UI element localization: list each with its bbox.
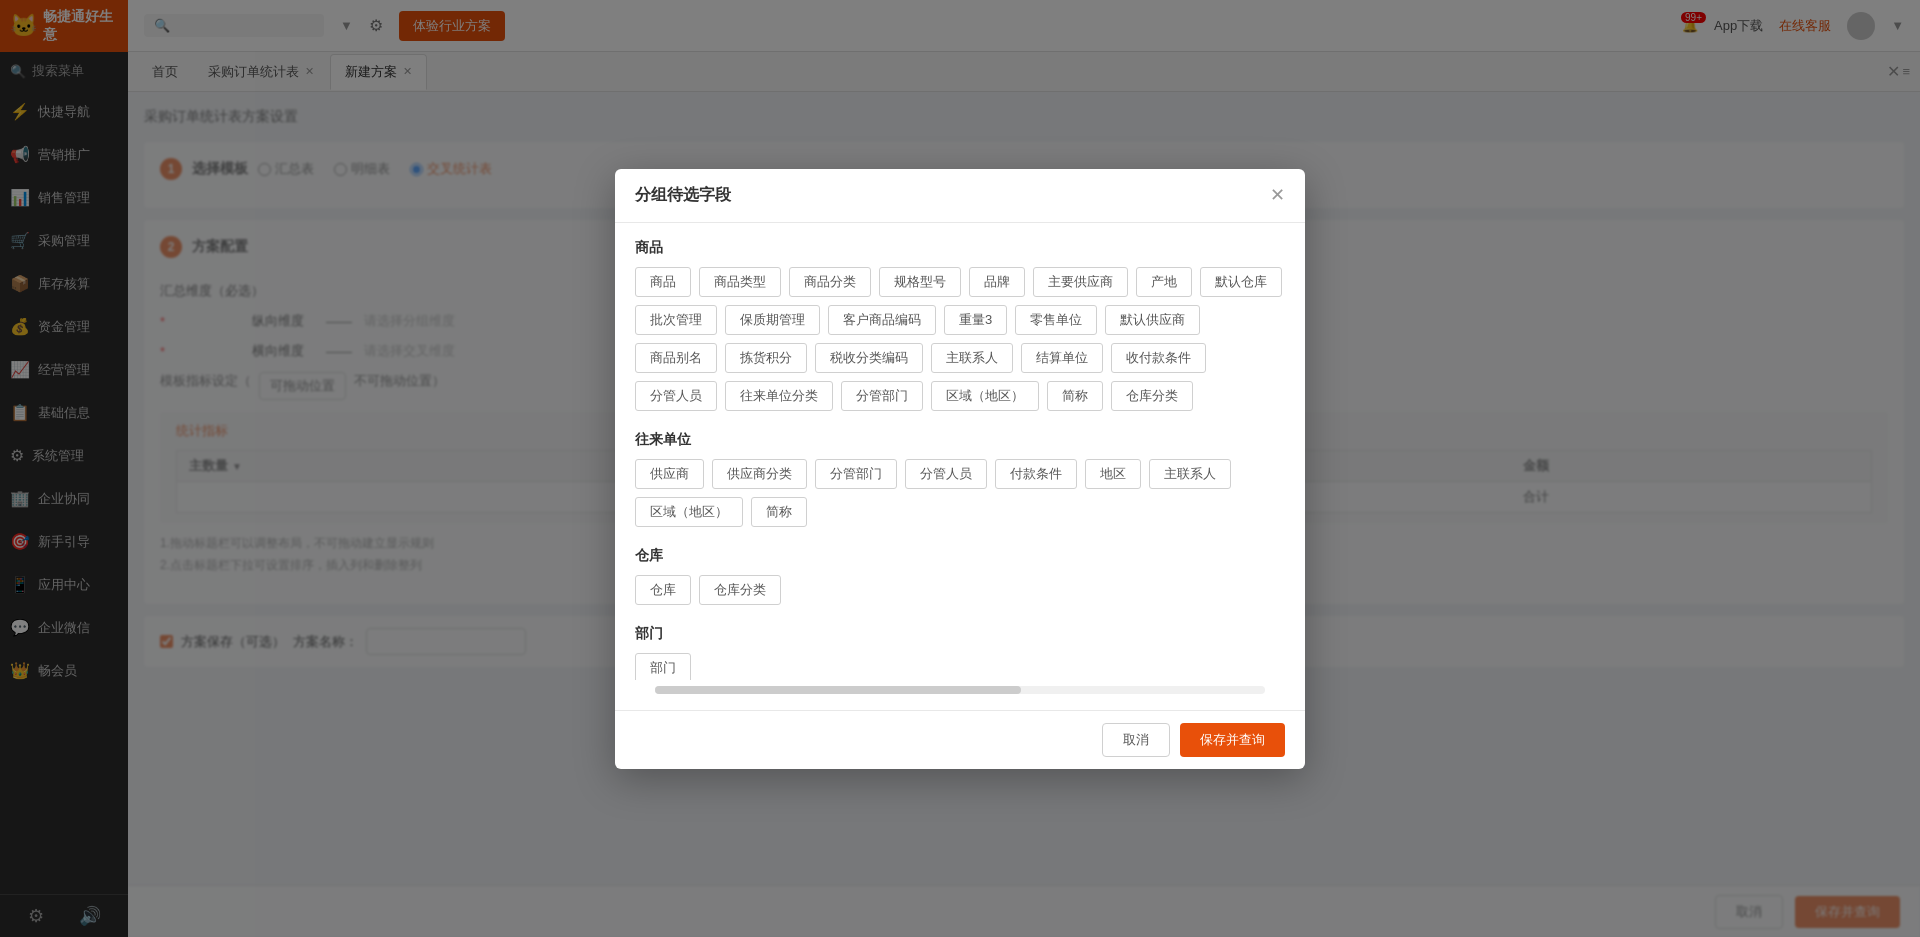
field-tag-customer-code[interactable]: 客户商品编码	[828, 305, 936, 335]
field-tag-contact[interactable]: 主联系人	[1149, 459, 1231, 489]
field-tag-spec-type[interactable]: 规格型号	[879, 267, 961, 297]
field-tag-batch-mgmt[interactable]: 批次管理	[635, 305, 717, 335]
modal-body: 商品商品商品类型商品分类规格型号品牌主要供应商产地默认仓库批次管理保质期管理客户…	[615, 223, 1305, 680]
modal-title: 分组待选字段	[635, 185, 731, 206]
field-tag-region-area[interactable]: 区域（地区）	[931, 381, 1039, 411]
field-tag-region2[interactable]: 区域（地区）	[635, 497, 743, 527]
field-list-department: 部门	[635, 653, 1285, 680]
field-tag-payment-cond[interactable]: 付款条件	[995, 459, 1077, 489]
field-tag-department[interactable]: 部门	[635, 653, 691, 680]
field-tag-region[interactable]: 地区	[1085, 459, 1141, 489]
field-tag-short-name2[interactable]: 简称	[751, 497, 807, 527]
field-group-title-department: 部门	[635, 625, 1285, 643]
field-tag-weight3[interactable]: 重量3	[944, 305, 1007, 335]
field-tag-main-contact[interactable]: 主联系人	[931, 343, 1013, 373]
field-group-product: 商品商品商品类型商品分类规格型号品牌主要供应商产地默认仓库批次管理保质期管理客户…	[635, 239, 1285, 411]
modal-close-btn[interactable]: ✕	[1270, 186, 1285, 204]
field-tag-supplier[interactable]: 供应商	[635, 459, 704, 489]
field-list-warehouse: 仓库仓库分类	[635, 575, 1285, 605]
modal-header: 分组待选字段 ✕	[615, 169, 1305, 223]
field-tag-retail-unit[interactable]: 零售单位	[1015, 305, 1097, 335]
modal-dialog: 分组待选字段 ✕ 商品商品商品类型商品分类规格型号品牌主要供应商产地默认仓库批次…	[615, 169, 1305, 769]
field-tag-origin[interactable]: 产地	[1136, 267, 1192, 297]
field-tag-main-supplier[interactable]: 主要供应商	[1033, 267, 1128, 297]
field-group-warehouse: 仓库仓库仓库分类	[635, 547, 1285, 605]
field-tag-tax-code[interactable]: 税收分类编码	[815, 343, 923, 373]
field-tag-warehouse[interactable]: 仓库	[635, 575, 691, 605]
field-group-partner: 往来单位供应商供应商分类分管部门分管人员付款条件地区主联系人区域（地区） 简称	[635, 431, 1285, 527]
field-tag-source-unit-category[interactable]: 往来单位分类	[725, 381, 833, 411]
field-tag-short-name[interactable]: 简称	[1047, 381, 1103, 411]
field-tag-dept-person[interactable]: 分管人员	[905, 459, 987, 489]
field-tag-brand[interactable]: 品牌	[969, 267, 1025, 297]
field-tag-manage-dept[interactable]: 分管部门	[841, 381, 923, 411]
scroll-thumb	[655, 686, 1021, 694]
field-tag-manager[interactable]: 分管人员	[635, 381, 717, 411]
modal-scroll-area	[615, 680, 1305, 710]
field-tag-settlement-unit[interactable]: 结算单位	[1021, 343, 1103, 373]
field-tag-product-type[interactable]: 商品类型	[699, 267, 781, 297]
field-tag-supplier-category[interactable]: 供应商分类	[712, 459, 807, 489]
field-tag-warehouse-cat[interactable]: 仓库分类	[699, 575, 781, 605]
field-tag-dept[interactable]: 分管部门	[815, 459, 897, 489]
field-list-partner: 供应商供应商分类分管部门分管人员付款条件地区主联系人区域（地区） 简称	[635, 459, 1285, 527]
field-list-product: 商品商品类型商品分类规格型号品牌主要供应商产地默认仓库批次管理保质期管理客户商品…	[635, 267, 1285, 411]
modal-cancel-btn[interactable]: 取消	[1102, 723, 1170, 757]
field-tag-payment-terms[interactable]: 收付款条件	[1111, 343, 1206, 373]
field-tag-default-supplier[interactable]: 默认供应商	[1105, 305, 1200, 335]
field-tag-default-warehouse[interactable]: 默认仓库	[1200, 267, 1282, 297]
field-tag-product-category[interactable]: 商品分类	[789, 267, 871, 297]
field-tag-product-alias[interactable]: 商品别名	[635, 343, 717, 373]
field-group-title-product: 商品	[635, 239, 1285, 257]
field-tag-expiry-mgmt[interactable]: 保质期管理	[725, 305, 820, 335]
horizontal-scrollbar[interactable]	[655, 686, 1265, 694]
field-group-department: 部门部门	[635, 625, 1285, 680]
field-group-title-warehouse: 仓库	[635, 547, 1285, 565]
modal-confirm-btn[interactable]: 保存并查询	[1180, 723, 1285, 757]
field-tag-product[interactable]: 商品	[635, 267, 691, 297]
field-tag-warehouse-category[interactable]: 仓库分类	[1111, 381, 1193, 411]
modal-footer: 取消 保存并查询	[615, 710, 1305, 769]
field-tag-pick-score[interactable]: 拣货积分	[725, 343, 807, 373]
field-group-title-partner: 往来单位	[635, 431, 1285, 449]
